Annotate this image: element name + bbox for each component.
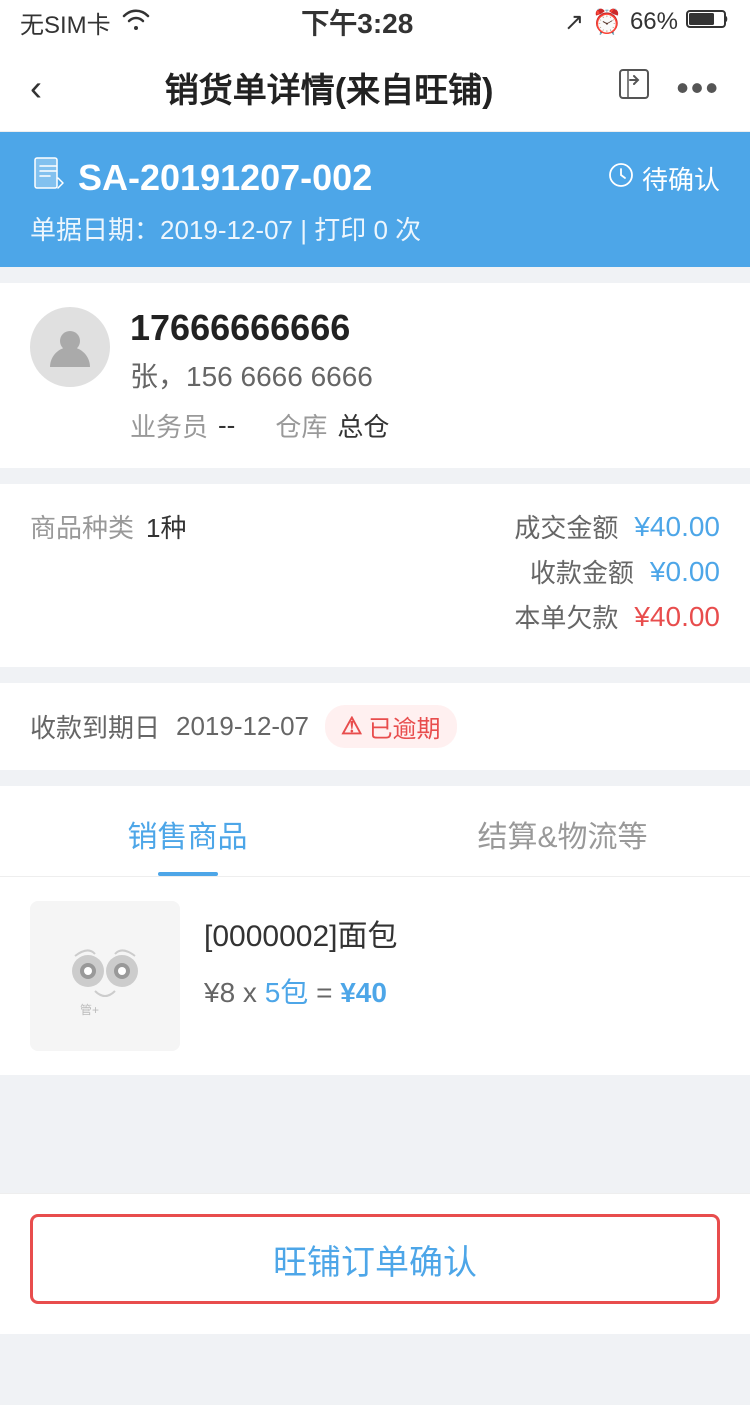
wifi-icon [121, 8, 151, 37]
summary-right: 成交金额 ¥40.00 收款金额 ¥0.00 本单欠款 ¥40.00 [514, 508, 720, 643]
avatar [30, 307, 110, 387]
goods-type: 商品种类 1种 [30, 508, 514, 545]
sales-rep-field: 业务员 -- [130, 407, 235, 444]
alarm-icon: ⏰ [592, 8, 622, 37]
product-info: [0000002]面包 ¥8 x 5包 = ¥40 [204, 901, 720, 1011]
overdue-text: 已逾期 [369, 709, 441, 744]
back-button[interactable]: ‹ [30, 67, 42, 109]
order-status: 待确认 [608, 160, 720, 197]
nav-bar: ‹ 销货单详情(来自旺铺) ••• [0, 44, 750, 132]
tabs-bar: 销售商品 结算&物流等 [0, 786, 750, 877]
status-bar-left: 无SIM卡 [20, 5, 151, 40]
bottom-bar: 旺铺订单确认 [0, 1193, 750, 1334]
summary-left: 商品种类 1种 [30, 508, 514, 545]
status-bar-right: ↗ ⏰ 66% [564, 8, 730, 37]
export-icon[interactable] [616, 66, 652, 110]
confirm-order-button[interactable]: 旺铺订单确认 [30, 1214, 720, 1304]
warehouse-label: 仓库 [275, 407, 327, 444]
balance-amount: 本单欠款 ¥40.00 [514, 598, 720, 635]
sales-rep-label: 业务员 [130, 407, 208, 444]
customer-name: 张，156 6666 6666 [130, 355, 720, 395]
warehouse-value: 总仓 [337, 407, 389, 444]
order-doc-icon [30, 156, 66, 200]
due-date-label: 收款到期日 [30, 708, 160, 745]
product-name: [0000002]面包 [204, 911, 720, 955]
customer-info: 17666666666 张，156 6666 6666 业务员 -- 仓库 总仓 [130, 307, 720, 444]
product-price: ¥8 x 5包 = ¥40 [204, 971, 720, 1011]
battery-label: 66% [630, 8, 678, 36]
tabs-section: 销售商品 结算&物流等 管+ [0000002]面包 [0, 786, 750, 1075]
time-display: 下午3:28 [301, 2, 413, 42]
status-bar: 无SIM卡 下午3:28 ↗ ⏰ 66% [0, 0, 750, 44]
clock-icon [608, 162, 634, 195]
svg-text:管+: 管+ [80, 1002, 99, 1016]
warning-icon: ⚠ [341, 712, 363, 741]
product-section: 管+ [0000002]面包 ¥8 x 5包 = ¥40 [0, 877, 750, 1075]
product-thumbnail: 管+ [30, 901, 180, 1051]
overdue-badge: ⚠ 已逾期 [325, 705, 457, 748]
transaction-amount: 成交金额 ¥40.00 [514, 508, 720, 545]
due-date-value: 2019-12-07 [176, 711, 309, 742]
nav-actions: ••• [616, 66, 720, 110]
tab-settlement[interactable]: 结算&物流等 [375, 786, 750, 876]
sales-rep-value: -- [218, 410, 235, 441]
total-price: ¥40 [340, 977, 387, 1008]
page-title: 销货单详情(来自旺铺) [165, 63, 494, 112]
due-date-section: 收款到期日 2019-12-07 ⚠ 已逾期 [0, 683, 750, 770]
tab-goods[interactable]: 销售商品 [0, 786, 375, 876]
summary-card: 商品种类 1种 成交金额 ¥40.00 收款金额 ¥0.00 本单欠款 ¥40.… [0, 484, 750, 667]
customer-card: 17666666666 张，156 6666 6666 业务员 -- 仓库 总仓 [0, 283, 750, 468]
more-icon[interactable]: ••• [676, 67, 720, 109]
warehouse-field: 仓库 总仓 [275, 407, 389, 444]
customer-phone: 17666666666 [130, 307, 720, 349]
equals-text: = [316, 977, 340, 1008]
order-id: SA-20191207-002 [30, 156, 372, 200]
battery-icon [686, 8, 730, 37]
location-icon: ↗ [564, 8, 584, 37]
order-meta: 单据日期：2019-12-07 | 打印 0 次 [30, 210, 720, 247]
received-amount: 收款金额 ¥0.00 [514, 553, 720, 590]
carrier-label: 无SIM卡 [20, 5, 111, 40]
quantity-text: 5包 [265, 977, 309, 1008]
order-header: SA-20191207-002 待确认 单据日期：2019-12-07 | 打印… [0, 132, 750, 267]
price-text: ¥8 x [204, 977, 265, 1008]
